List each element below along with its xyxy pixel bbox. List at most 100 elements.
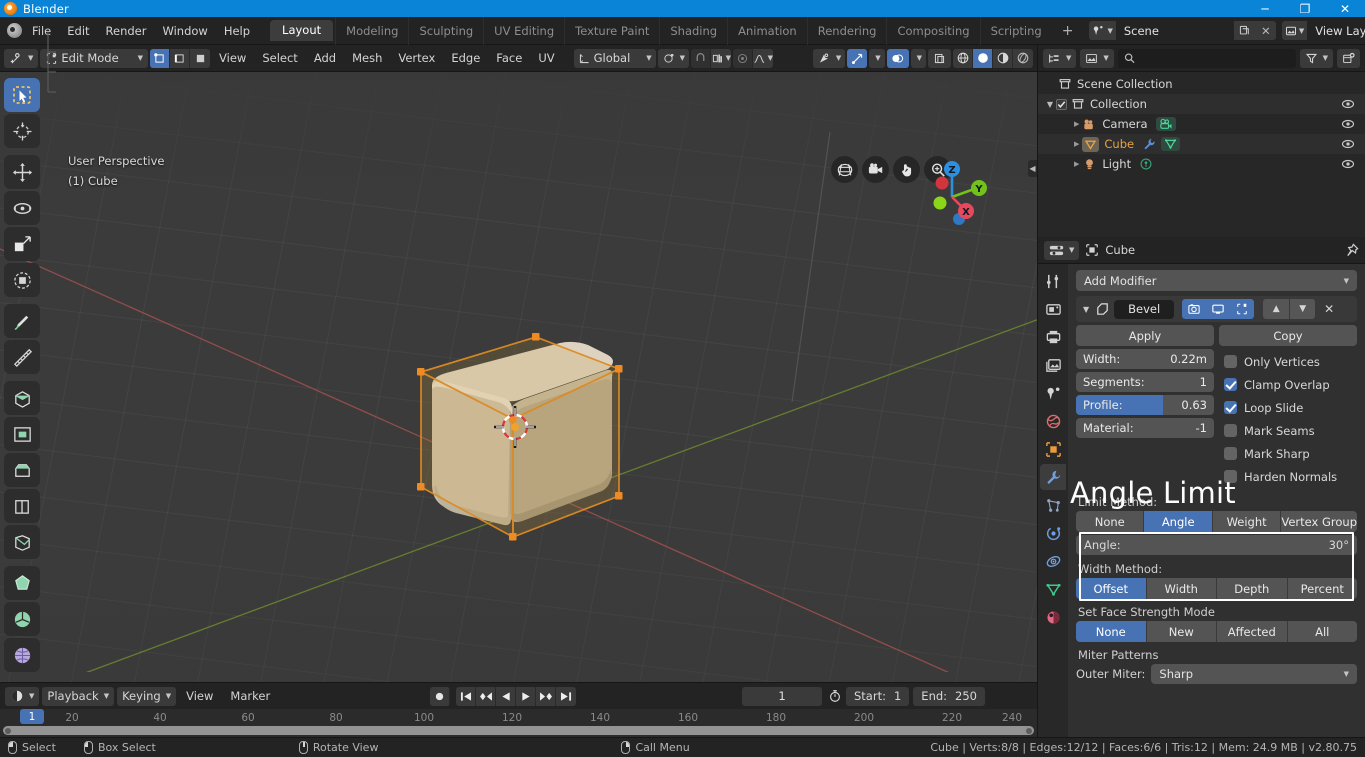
visibility-eye-icon[interactable] bbox=[1341, 97, 1355, 111]
blender-menu-icon[interactable] bbox=[4, 21, 24, 41]
limit-method-none[interactable]: None bbox=[1076, 511, 1145, 532]
menu-window[interactable]: Window bbox=[154, 22, 215, 40]
frame-end-field[interactable]: End: 250 bbox=[913, 686, 985, 706]
jump-end-icon[interactable] bbox=[556, 686, 576, 706]
width-field[interactable]: Width: 0.22m bbox=[1076, 349, 1214, 369]
remove-modifier-button[interactable]: ✕ bbox=[1319, 302, 1339, 316]
gizmo-dropdown[interactable]: ▼ bbox=[869, 48, 885, 68]
timeline-strip[interactable]: 20 40 60 80 100 120 140 160 180 200 220 … bbox=[0, 709, 1037, 737]
interaction-mode-selector[interactable]: Edit Mode ▼ bbox=[40, 48, 149, 68]
visibility-eye-icon[interactable] bbox=[1341, 157, 1355, 171]
pivot-point-selector[interactable]: ▼ bbox=[657, 48, 689, 68]
face-strength-affected[interactable]: Affected bbox=[1217, 621, 1288, 642]
timeline-horizontal-scrollbar[interactable] bbox=[3, 726, 1034, 735]
timeline-editor-type-icon[interactable]: ▼ bbox=[5, 686, 40, 706]
tab-layout[interactable]: Layout bbox=[270, 19, 334, 41]
tab-tool-icon[interactable] bbox=[1040, 268, 1066, 294]
tool-rotate-icon[interactable] bbox=[4, 191, 40, 225]
mark-seams-checkbox[interactable] bbox=[1224, 424, 1237, 437]
loop-slide-row[interactable]: Loop Slide bbox=[1224, 396, 1337, 419]
expand-triangle-icon[interactable]: ▶ bbox=[1074, 140, 1079, 148]
scene-unlink-icon[interactable]: ✕ bbox=[1255, 21, 1276, 40]
profile-field[interactable]: Profile: 0.63 bbox=[1076, 395, 1214, 415]
grid-toggle-icon[interactable] bbox=[831, 156, 858, 183]
limit-method-angle[interactable]: Angle bbox=[1144, 511, 1213, 532]
width-method-percent[interactable]: Percent bbox=[1287, 578, 1357, 599]
xray-toggle-icon[interactable] bbox=[928, 48, 951, 68]
timeline-menu-playback[interactable]: Playback ▼ bbox=[42, 686, 115, 706]
outliner-row-cube[interactable]: ▶ Cube bbox=[1038, 134, 1365, 154]
transform-orientation-selector[interactable]: Global ▼ bbox=[573, 48, 656, 68]
tab-animation[interactable]: Animation bbox=[727, 16, 807, 45]
timeline-menu-marker[interactable]: Marker bbox=[223, 687, 277, 705]
snap-magnet-icon[interactable] bbox=[691, 48, 711, 68]
outliner-filter-id-icon[interactable]: ▼ bbox=[1080, 48, 1114, 68]
viewport-menu-face[interactable]: Face bbox=[489, 49, 529, 67]
limit-method-vertex-group[interactable]: Vertex Group bbox=[1281, 511, 1357, 532]
face-strength-none[interactable]: None bbox=[1076, 621, 1147, 642]
pin-icon[interactable] bbox=[1344, 242, 1359, 258]
only-vertices-checkbox[interactable] bbox=[1224, 355, 1237, 368]
mesh-data-icon[interactable] bbox=[1161, 137, 1181, 151]
outliner-row-collection[interactable]: ▼ Collection bbox=[1038, 94, 1365, 114]
tool-loopcut-icon[interactable] bbox=[4, 489, 40, 523]
clamp-overlap-row[interactable]: Clamp Overlap bbox=[1224, 373, 1337, 396]
view-layer-browse-icon[interactable]: ▼ bbox=[1281, 21, 1308, 40]
tab-render-icon[interactable] bbox=[1040, 296, 1066, 322]
scene-duplicate-icon[interactable] bbox=[1233, 21, 1256, 40]
face-strength-all[interactable]: All bbox=[1287, 621, 1357, 642]
outliner-display-mode-icon[interactable]: ▼ bbox=[1043, 48, 1077, 68]
auto-key-icon[interactable] bbox=[828, 689, 842, 703]
tab-modeling[interactable]: Modeling bbox=[335, 16, 408, 45]
visibility-eye-icon[interactable] bbox=[1341, 117, 1355, 131]
segments-field[interactable]: Segments: 1 bbox=[1076, 372, 1214, 392]
move-modifier-down-button[interactable]: ▼ bbox=[1289, 299, 1316, 319]
realtime-toggle-icon[interactable] bbox=[1206, 299, 1231, 319]
modifier-wrench-icon[interactable] bbox=[1142, 137, 1157, 151]
menu-edit[interactable]: Edit bbox=[59, 22, 97, 40]
viewport-menu-mesh[interactable]: Mesh bbox=[345, 49, 389, 67]
mark-sharp-checkbox[interactable] bbox=[1224, 447, 1237, 460]
mark-sharp-row[interactable]: Mark Sharp bbox=[1224, 442, 1337, 465]
tab-scene-icon[interactable] bbox=[1040, 380, 1066, 406]
tab-scripting[interactable]: Scripting bbox=[979, 16, 1052, 45]
proportional-edit-icon[interactable] bbox=[733, 48, 753, 68]
viewport-canvas[interactable]: User Perspective (1) Cube Z Y X ◀ bbox=[0, 72, 1037, 682]
scene-browse-icon[interactable]: ▼ bbox=[1089, 21, 1116, 40]
solid-shading-icon[interactable] bbox=[973, 48, 993, 68]
wireframe-shading-icon[interactable] bbox=[953, 48, 973, 68]
viewport-menu-select[interactable]: Select bbox=[255, 49, 304, 67]
vertex-select-icon[interactable] bbox=[150, 48, 171, 68]
modifier-expand-icon[interactable]: ▼ bbox=[1081, 305, 1091, 314]
width-method-width[interactable]: Width bbox=[1146, 578, 1217, 599]
width-method-depth[interactable]: Depth bbox=[1217, 578, 1288, 599]
overlays-toggle-icon[interactable] bbox=[886, 48, 909, 68]
mark-seams-row[interactable]: Mark Seams bbox=[1224, 419, 1337, 442]
next-keyframe-icon[interactable] bbox=[536, 686, 556, 706]
tab-constraints-icon[interactable] bbox=[1040, 548, 1066, 574]
face-select-icon[interactable] bbox=[190, 48, 211, 68]
prev-keyframe-icon[interactable] bbox=[476, 686, 496, 706]
menu-help[interactable]: Help bbox=[216, 22, 258, 40]
tab-output-icon[interactable] bbox=[1040, 324, 1066, 350]
outliner-row-camera[interactable]: ▶ Camera bbox=[1038, 114, 1365, 134]
frame-start-field[interactable]: Start: 1 bbox=[846, 686, 910, 706]
harden-normals-row[interactable]: Harden Normals bbox=[1224, 465, 1337, 488]
clamp-overlap-checkbox[interactable] bbox=[1224, 378, 1237, 391]
angle-field[interactable]: Angle: 30° bbox=[1076, 535, 1357, 555]
outliner-search-field[interactable] bbox=[1139, 51, 1290, 65]
new-collection-icon[interactable] bbox=[1337, 48, 1360, 68]
tool-spin-icon[interactable] bbox=[4, 602, 40, 636]
tool-annotate-icon[interactable] bbox=[4, 304, 40, 338]
tab-texture-paint[interactable]: Texture Paint bbox=[564, 16, 659, 45]
viewport-menu-view[interactable]: View bbox=[212, 49, 253, 67]
tab-data-icon[interactable] bbox=[1040, 576, 1066, 602]
rendered-shading-icon[interactable] bbox=[1013, 48, 1033, 68]
minimize-button[interactable]: ─ bbox=[1245, 0, 1285, 17]
only-vertices-row[interactable]: Only Vertices bbox=[1224, 350, 1337, 373]
tab-view-layer-icon[interactable] bbox=[1040, 352, 1066, 378]
tab-uv-editing[interactable]: UV Editing bbox=[483, 16, 564, 45]
play-reverse-icon[interactable] bbox=[496, 686, 516, 706]
material-field[interactable]: Material: -1 bbox=[1076, 418, 1214, 438]
timeline-menu-view[interactable]: View bbox=[179, 687, 220, 705]
